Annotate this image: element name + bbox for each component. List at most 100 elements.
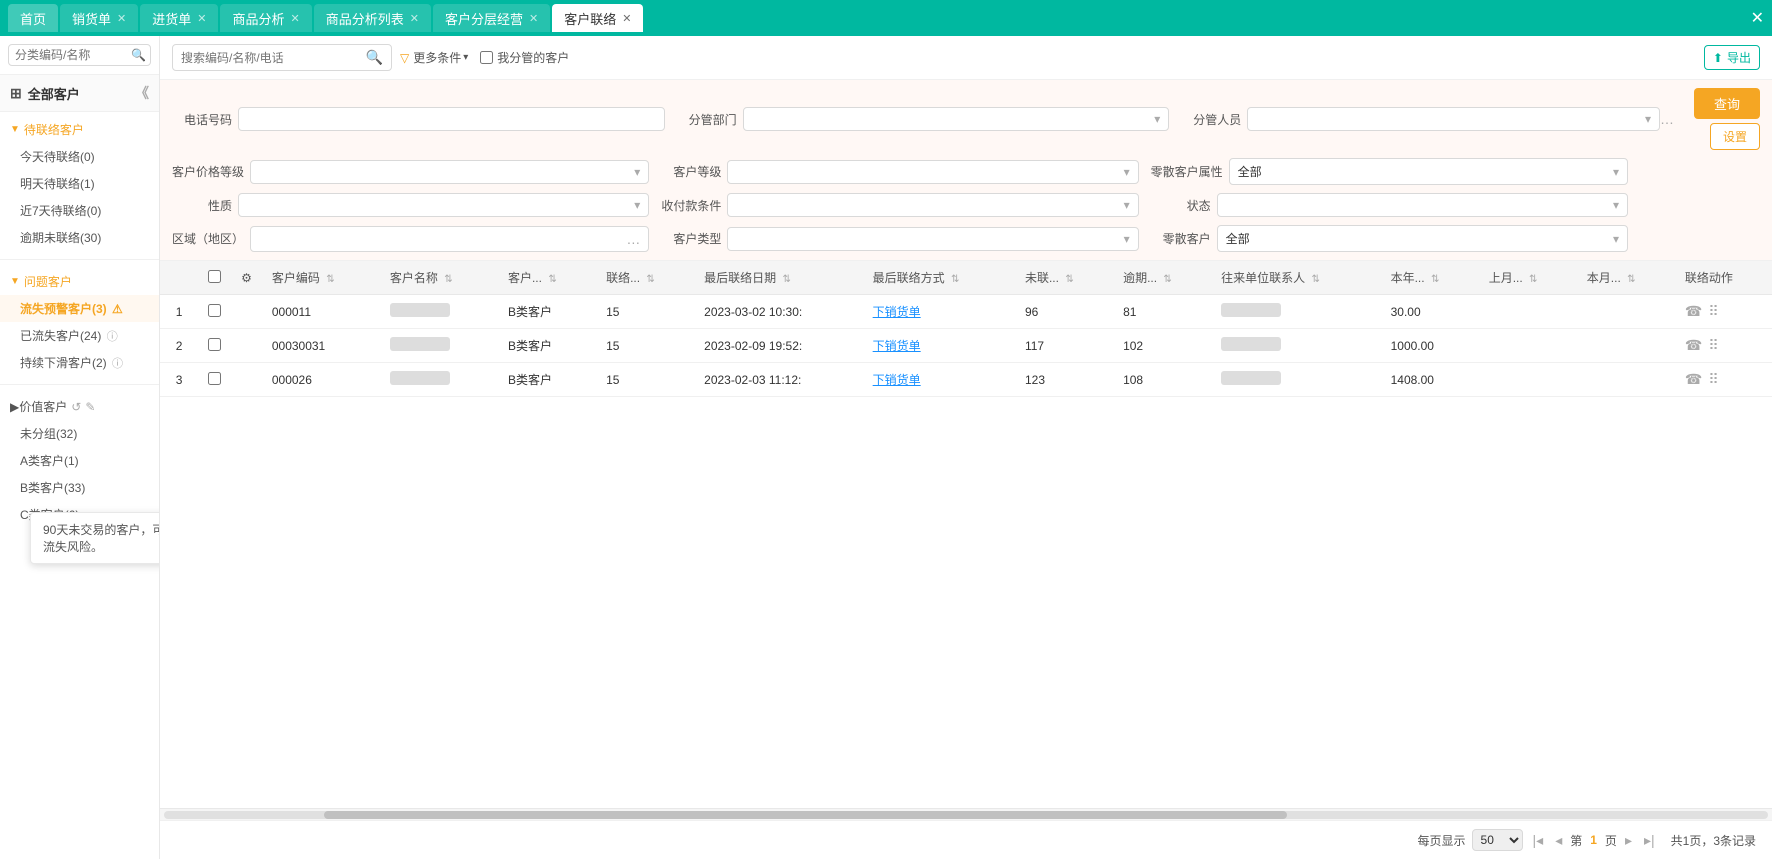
tab-customer-contact[interactable]: 客户联络 ✕: [552, 4, 643, 32]
cell-this-month: [1577, 329, 1675, 363]
tab-close-sales[interactable]: ✕: [117, 12, 126, 25]
prev-page-button[interactable]: ◂: [1551, 830, 1566, 851]
cell-last-method[interactable]: 下销货单: [863, 363, 1015, 397]
tab-close-customer-tier[interactable]: ✕: [529, 12, 538, 25]
cell-checkbox[interactable]: [198, 329, 231, 363]
filter-price-tier-select[interactable]: ▾: [250, 160, 649, 184]
tab-close-customer-contact[interactable]: ✕: [622, 12, 631, 25]
search-input[interactable]: [181, 51, 366, 65]
filter-customer-type-select[interactable]: ▾: [727, 227, 1138, 251]
col-last-date[interactable]: 最后联络日期 ⇅: [694, 261, 863, 295]
sidebar-item-tomorrow[interactable]: 明天待联络(1): [0, 170, 159, 197]
filter-zero-attr-select[interactable]: 全部 ▾: [1229, 158, 1628, 185]
tab-close-analysis-list[interactable]: ✕: [410, 12, 419, 25]
filter-status: 状态 ▾: [1151, 193, 1628, 217]
col-checkbox[interactable]: [198, 261, 231, 295]
per-page-select[interactable]: 50 100 200: [1472, 829, 1523, 851]
next-page-button[interactable]: ▸: [1621, 830, 1636, 851]
tab-close-analysis[interactable]: ✕: [291, 12, 300, 25]
last-method-link[interactable]: 下销货单: [873, 373, 921, 387]
filter-status-select[interactable]: ▾: [1217, 193, 1628, 217]
col-settings[interactable]: ⚙: [231, 261, 262, 295]
filter-more-btn[interactable]: …: [1660, 111, 1674, 127]
col-overdue[interactable]: 逾期... ⇅: [1113, 261, 1211, 295]
first-page-button[interactable]: |◂: [1529, 830, 1548, 851]
scroll-track: [164, 811, 1768, 819]
my-customers-checkbox[interactable]: [480, 51, 493, 64]
cell-last-method[interactable]: 下销货单: [863, 329, 1015, 363]
sidebar-item-churn-warning[interactable]: 流失预警客户(3) ⚠: [0, 295, 159, 322]
col-last-month[interactable]: 上月... ⇅: [1479, 261, 1577, 295]
scroll-thumb[interactable]: [324, 811, 1286, 819]
last-page-button[interactable]: ▸|: [1640, 830, 1659, 851]
col-type[interactable]: 客户... ⇅: [498, 261, 596, 295]
sidebar-section-problem-title[interactable]: ▼ 问题客户: [0, 268, 159, 295]
col-code[interactable]: 客户编码 ⇅: [262, 261, 380, 295]
sidebar-item-7days[interactable]: 近7天待联络(0): [0, 197, 159, 224]
sidebar-item-b-class[interactable]: B类客户(33): [0, 474, 159, 501]
filter-payment-select[interactable]: ▾: [727, 193, 1138, 217]
col-last-method[interactable]: 最后联络方式 ⇅: [863, 261, 1015, 295]
last-method-link[interactable]: 下销货单: [873, 305, 921, 319]
contact-icon[interactable]: ☎: [1685, 371, 1702, 388]
search-button[interactable]: 🔍: [366, 49, 383, 66]
contact-icon[interactable]: ☎: [1685, 337, 1702, 354]
filter-phone-input[interactable]: [238, 107, 665, 131]
filter-gender-select[interactable]: ▾: [238, 193, 649, 217]
last-method-link[interactable]: 下销货单: [873, 339, 921, 353]
tab-home[interactable]: 首页: [8, 4, 58, 32]
contact-icon[interactable]: ☎: [1685, 303, 1702, 320]
tab-purchase[interactable]: 进货单 ✕: [140, 4, 218, 32]
col-unlinkd[interactable]: 未联... ⇅: [1015, 261, 1113, 295]
cell-checkbox[interactable]: [198, 295, 231, 329]
sidebar-item-a-class[interactable]: A类客户(1): [0, 447, 159, 474]
tab-sales[interactable]: 销货单 ✕: [60, 4, 138, 32]
filter-manager-select[interactable]: ▾: [1247, 107, 1660, 131]
filter-customer-tier-select[interactable]: ▾: [727, 160, 1138, 184]
tab-analysis[interactable]: 商品分析 ✕: [220, 4, 311, 32]
col-name[interactable]: 客户名称 ⇅: [380, 261, 498, 295]
filter-region-select[interactable]: …: [250, 226, 649, 252]
settings-button[interactable]: 设置: [1710, 123, 1760, 150]
more-action-icon[interactable]: ⠿: [1708, 337, 1718, 354]
sidebar-item-today[interactable]: 今天待联络(0): [0, 143, 159, 170]
tab-customer-tier[interactable]: 客户分层经营 ✕: [433, 4, 550, 32]
filter-zero-customer-select[interactable]: 全部 ▾: [1217, 225, 1628, 252]
col-unit-contact[interactable]: 往来单位联系人 ⇅: [1211, 261, 1380, 295]
col-this-month[interactable]: 本月... ⇅: [1577, 261, 1675, 295]
filter-dept-select[interactable]: ▾: [743, 107, 1170, 131]
sidebar-section-value-title[interactable]: ▶ 价值客户 ↺ ✎: [0, 393, 159, 420]
horizontal-scrollbar[interactable]: [160, 808, 1772, 820]
query-button[interactable]: 查询: [1694, 88, 1760, 119]
chevron-icon3: ▾: [634, 165, 640, 179]
filter-gender: 性质 ▾: [172, 193, 649, 217]
refresh-icon[interactable]: ↺: [71, 400, 81, 414]
cell-last-method[interactable]: 下销货单: [863, 295, 1015, 329]
sidebar-item-declining[interactable]: 持续下滑客户(2) ⓘ: [0, 349, 159, 376]
more-action-icon[interactable]: ⠿: [1708, 371, 1718, 388]
sidebar-collapse-icon[interactable]: 《: [135, 83, 149, 103]
sidebar-section-pending-title[interactable]: ▼ 待联络客户: [0, 116, 159, 143]
close-window-button[interactable]: ✕: [1751, 8, 1764, 28]
export-icon: ⬆: [1713, 51, 1723, 65]
my-customers-checkbox-label[interactable]: 我分管的客户: [480, 49, 569, 66]
cell-checkbox[interactable]: [198, 363, 231, 397]
filter-region-more[interactable]: …: [626, 231, 640, 247]
select-all-checkbox[interactable]: [208, 270, 221, 283]
more-conditions-button[interactable]: ▽ 更多条件 ▾: [400, 49, 468, 66]
sidebar-item-ungrouped[interactable]: 未分组(32): [0, 420, 159, 447]
sidebar-item-overdue[interactable]: 逾期未联络(30): [0, 224, 159, 251]
sidebar-search-input[interactable]: [8, 44, 151, 66]
col-contact[interactable]: 联络... ⇅: [596, 261, 694, 295]
tab-close-purchase[interactable]: ✕: [197, 12, 206, 25]
more-action-icon[interactable]: ⠿: [1708, 303, 1718, 320]
col-this-year[interactable]: 本年... ⇅: [1381, 261, 1479, 295]
filter-row-2: 客户价格等级 ▾ 客户等级 ▾ 零散客户属性 全部: [172, 158, 1760, 185]
tab-analysis-list[interactable]: 商品分析列表 ✕: [314, 4, 431, 32]
sidebar-item-churned[interactable]: 已流失客户(24) ⓘ: [0, 322, 159, 349]
sidebar-all-customers[interactable]: ⊞ 全部客户 《: [0, 75, 159, 112]
export-button[interactable]: ⬆ 导出: [1704, 45, 1760, 70]
settings-icon[interactable]: ⚙: [241, 271, 252, 285]
filter-zero-customer: 零散客户 全部 ▾: [1151, 225, 1628, 252]
edit-icon[interactable]: ✎: [85, 400, 95, 414]
